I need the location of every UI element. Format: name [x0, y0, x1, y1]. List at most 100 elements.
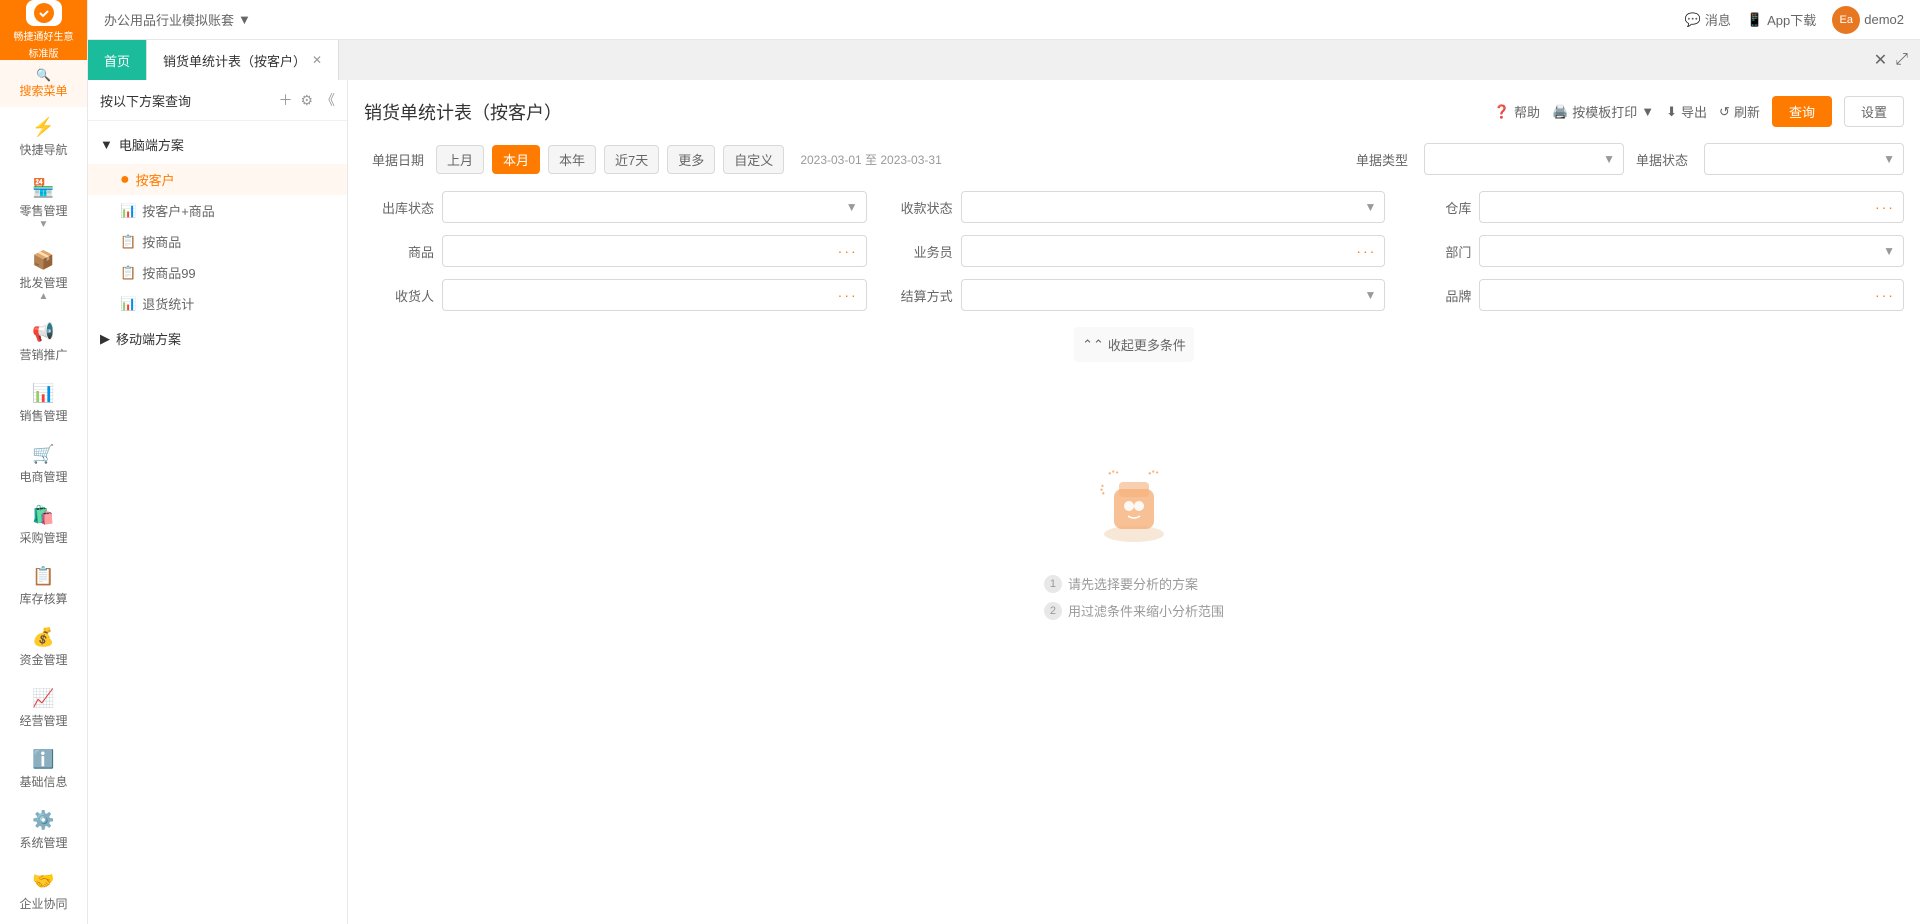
message-btn[interactable]: 💬 消息: [1685, 10, 1731, 29]
scheme-item-by-goods[interactable]: 📋 按商品: [88, 226, 347, 257]
query-button[interactable]: 查询: [1772, 96, 1832, 127]
scheme-item-by-goods99-icon: 📋: [120, 265, 136, 281]
print-btn[interactable]: 🖨️ 按模板打印 ▼: [1552, 102, 1654, 121]
sidebar-item-retail[interactable]: 🏪 零售管理 ▼: [0, 168, 88, 240]
scheme-group-mobile-header[interactable]: ▶ 移动端方案: [88, 323, 347, 354]
receiver-label: 收货人: [364, 286, 434, 305]
goods-select[interactable]: ···: [442, 235, 867, 267]
date-range-text: 2023-03-01 至 2023-03-31: [800, 151, 941, 168]
filter-grid-row2: 出库状态 ▼ 收款状态 ▼ 仓库: [364, 191, 1904, 223]
scheme-header: 按以下方案查询 ＋ ⚙ 《: [88, 80, 347, 121]
help-btn[interactable]: ❓ 帮助: [1494, 102, 1540, 121]
salesperson-dots-icon: ···: [1356, 243, 1376, 259]
filter-receiver: 收货人 ···: [364, 279, 867, 311]
status-label: 单据状态: [1636, 150, 1688, 169]
help-label: 帮助: [1514, 102, 1540, 121]
date-btn-custom[interactable]: 自定义: [723, 145, 784, 174]
sidebar-item-search[interactable]: 🔍 搜索菜单: [0, 60, 88, 107]
warehouse-select[interactable]: ···: [1479, 191, 1904, 223]
scheme-item-customer-goods[interactable]: 📊 按客户+商品: [88, 195, 347, 226]
goods-label: 商品: [364, 242, 434, 261]
date-btn-more[interactable]: 更多: [667, 145, 715, 174]
window-close-icon[interactable]: ✕: [1874, 50, 1887, 70]
company-selector[interactable]: 办公用品行业模拟账套 ▼: [104, 10, 251, 29]
finance-icon: 💰: [32, 627, 54, 648]
sidebar-item-purchase[interactable]: 🛍️ 采购管理: [0, 495, 88, 556]
filter-date-row: 单据日期 上月 本月 本年 近7天 更多 自定义 2023-03-01 至 20…: [364, 143, 1904, 175]
tab-home[interactable]: 首页: [88, 40, 147, 80]
collapse-btn[interactable]: ⌃⌃ 收起更多条件: [1074, 327, 1194, 362]
app-download-btn[interactable]: 📱 App下载: [1747, 10, 1816, 29]
filter-out-status: 出库状态 ▼: [364, 191, 867, 223]
sidebar-item-operation-label: 经营管理: [19, 712, 67, 729]
out-status-arrow-icon: ▼: [846, 200, 858, 214]
department-label: 部门: [1401, 242, 1471, 261]
sidebar-item-inventory[interactable]: 📋 库存核算: [0, 556, 88, 617]
app-download-label: App下载: [1767, 10, 1816, 29]
scheme-item-by-goods-label: 按商品: [142, 232, 181, 251]
refresh-label: 刷新: [1734, 102, 1760, 121]
scheme-item-by-goods99[interactable]: 📋 按商品99: [88, 257, 347, 288]
type-select[interactable]: ▼: [1424, 143, 1624, 175]
sales-icon: 📊: [32, 383, 54, 404]
topbar: 办公用品行业模拟账套 ▼ 💬 消息 📱 App下载 Ea demo2: [88, 0, 1920, 40]
operation-icon: 📈: [32, 688, 54, 709]
date-btn-last-7[interactable]: 近7天: [604, 145, 659, 174]
empty-hint-1: 1 请先选择要分析的方案: [1044, 574, 1224, 593]
scheme-collapse-icon[interactable]: 《: [321, 90, 335, 110]
scheme-group-desktop-arrow: ▼: [100, 137, 113, 152]
sidebar-item-finance[interactable]: 💰 资金管理: [0, 617, 88, 678]
brand-select[interactable]: ···: [1479, 279, 1904, 311]
avatar: Ea: [1832, 6, 1860, 34]
inventory-icon: 📋: [32, 566, 54, 587]
empty-hints: 1 请先选择要分析的方案 2 用过滤条件来缩小分析范围: [1044, 574, 1224, 628]
sidebar-item-marketing[interactable]: 📢 营销推广: [0, 312, 88, 373]
user-avatar-area[interactable]: Ea demo2: [1832, 6, 1904, 34]
date-btn-last-month[interactable]: 上月: [436, 145, 484, 174]
scheme-settings-icon[interactable]: ⚙: [300, 92, 313, 109]
sidebar-item-ecommerce-label: 电商管理: [19, 468, 67, 485]
collapse-label: 收起更多条件: [1108, 335, 1186, 354]
sidebar-item-operation[interactable]: 📈 经营管理: [0, 678, 88, 739]
window-maximize-icon[interactable]: ⤢: [1895, 51, 1908, 69]
refresh-btn[interactable]: ↺ 刷新: [1719, 102, 1760, 121]
scheme-item-by-customer[interactable]: ● 按客户: [88, 164, 347, 195]
sidebar-item-enterprise-label: 企业协同: [19, 895, 67, 912]
sidebar: 畅捷通好生意 标准版 🔍 搜索菜单 ⚡ 快捷导航 🏪 零售管理 ▼ 📦 批发管理…: [0, 0, 88, 924]
warehouse-label: 仓库: [1401, 198, 1471, 217]
date-btn-this-year[interactable]: 本年: [548, 145, 596, 174]
print-label: 按模板打印: [1572, 102, 1637, 121]
sidebar-item-sales[interactable]: 📊 销售管理: [0, 373, 88, 434]
filter-grid-row4: 收货人 ··· 结算方式 ▼ 品牌: [364, 279, 1904, 311]
settings-button[interactable]: 设置: [1844, 96, 1904, 127]
filter-payment-status: 收款状态 ▼: [883, 191, 1386, 223]
sidebar-item-system[interactable]: ⚙️ 系统管理: [0, 800, 88, 861]
out-status-select[interactable]: ▼: [442, 191, 867, 223]
tab-close-icon[interactable]: ✕: [312, 53, 322, 67]
empty-state: 1 请先选择要分析的方案 2 用过滤条件来缩小分析范围: [364, 394, 1904, 688]
payment-status-select[interactable]: ▼: [961, 191, 1386, 223]
sidebar-item-nav[interactable]: ⚡ 快捷导航: [0, 107, 88, 168]
scheme-add-icon[interactable]: ＋: [278, 90, 292, 110]
sidebar-item-sales-label: 销售管理: [19, 407, 67, 424]
salesperson-select[interactable]: ···: [961, 235, 1386, 267]
out-status-label: 出库状态: [364, 198, 434, 217]
sidebar-item-ecommerce[interactable]: 🛒 电商管理: [0, 434, 88, 495]
status-select[interactable]: ▼: [1704, 143, 1904, 175]
scheme-item-return-stat[interactable]: 📊 退货统计: [88, 288, 347, 319]
export-btn[interactable]: ⬇ 导出: [1666, 102, 1707, 121]
receiver-select[interactable]: ···: [442, 279, 867, 311]
retail-icon: 🏪: [32, 178, 54, 199]
payment-method-select[interactable]: ▼: [961, 279, 1386, 311]
sidebar-item-enterprise[interactable]: 🤝 企业协同: [0, 861, 88, 922]
tab-sales-stat[interactable]: 销货单统计表（按客户） ✕: [147, 40, 339, 80]
brand-dots-icon: ···: [1875, 287, 1895, 303]
scheme-group-desktop-header[interactable]: ▼ 电脑端方案: [88, 129, 347, 160]
collapse-area: ⌃⌃ 收起更多条件: [364, 323, 1904, 378]
type-select-arrow-icon: ▼: [1603, 152, 1615, 166]
sidebar-item-wholesale[interactable]: 📦 批发管理 ▲: [0, 240, 88, 312]
scheme-group-mobile-label: 移动端方案: [116, 329, 181, 348]
department-select[interactable]: ▼: [1479, 235, 1904, 267]
sidebar-item-basic[interactable]: ℹ️ 基础信息: [0, 739, 88, 800]
date-btn-this-month[interactable]: 本月: [492, 145, 540, 174]
